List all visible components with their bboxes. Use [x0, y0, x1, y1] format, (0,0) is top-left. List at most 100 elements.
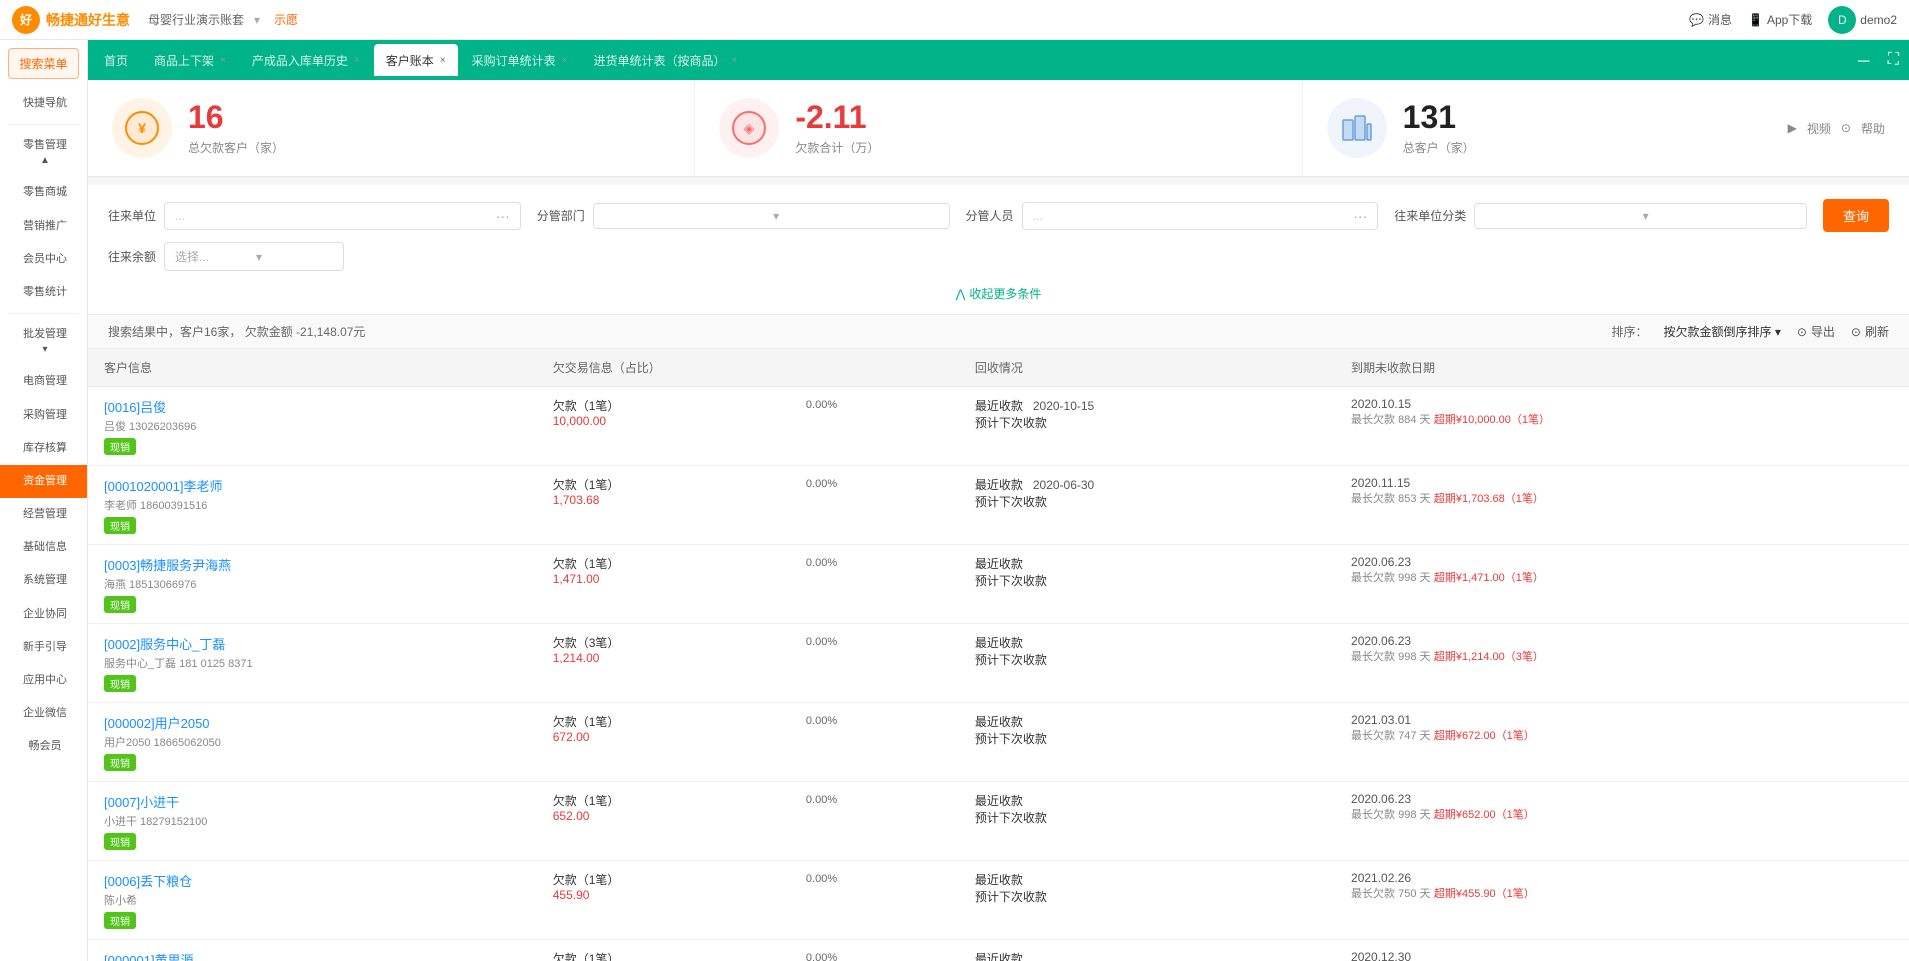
customer-badge: 现销 — [104, 833, 136, 850]
sidebar-item-batch-mgmt[interactable]: 批发管理 ▾ — [0, 318, 87, 365]
tab-customer-account-close[interactable]: × — [440, 55, 446, 66]
sidebar-item-retail-mall[interactable]: 零售商城 — [0, 176, 87, 209]
tab-products-off-close[interactable]: × — [220, 55, 226, 66]
overdue-link[interactable]: 超期¥455.90（1笔） — [1434, 888, 1535, 900]
sidebar-item-retail-mgmt[interactable]: 零售管理 ▲ — [0, 129, 87, 176]
manager-input-wrap[interactable]: ··· — [1022, 202, 1379, 230]
next-payment-label: 预计下次收款 — [975, 888, 1319, 905]
recent-payment-label: 最近收款 — [975, 713, 1319, 730]
sidebar-item-purchase[interactable]: 采购管理 — [0, 399, 87, 432]
search-menu-button[interactable]: 搜索菜单 — [8, 48, 79, 79]
customer-cell: [0003]畅捷服务尹海燕 海燕 18513066976 现销 — [88, 545, 537, 624]
sidebar-item-quick-nav[interactable]: 快捷导航 — [0, 87, 87, 120]
recent-payment-label: 最近收款 — [975, 792, 1319, 809]
dropdown-arrow[interactable]: ▾ — [254, 13, 260, 27]
overdue-link[interactable]: 超期¥672.00（1笔） — [1434, 730, 1535, 742]
department-chevron: ▾ — [773, 209, 938, 223]
tab-inbound-stats-close[interactable]: × — [731, 55, 737, 66]
recovery-cell: 最近收款 预计下次收款 — [959, 545, 1335, 624]
overdue-link[interactable]: 超期¥652.00（1笔） — [1434, 809, 1535, 821]
due-date: 2020.06.23 — [1351, 792, 1893, 806]
customer-name-link[interactable]: [0007]小进干 — [104, 792, 521, 811]
table-row: [0001020001]李老师 李老师 18600391516 现销 欠款（1笔… — [88, 466, 1909, 545]
search-button[interactable]: 查询 — [1823, 199, 1889, 232]
from-unit-dots[interactable]: ··· — [496, 208, 510, 224]
customer-name-link[interactable]: [000001]黄思源 — [104, 950, 521, 961]
sidebar-item-marketing[interactable]: 营销推广 — [0, 210, 87, 243]
overdue-link[interactable]: 超期¥1,703.68（1笔） — [1434, 493, 1544, 505]
unit-category-select[interactable]: ▾ — [1474, 203, 1807, 229]
sidebar-item-enterprise-wechat[interactable]: 企业微信 — [0, 697, 87, 730]
user-area[interactable]: D demo2 — [1828, 6, 1897, 34]
svg-text:◈: ◈ — [744, 120, 755, 136]
debt-percent: 0.00% — [806, 399, 837, 411]
message-icon: 💬 — [1689, 13, 1704, 27]
overdue-days: 最长欠款 998 天 — [1351, 651, 1430, 663]
debt-percent: 0.00% — [806, 478, 837, 490]
filter-area: 往来单位 ··· 分管部门 ▾ — [88, 185, 1909, 314]
tab-purchase-order[interactable]: 采购订单统计表 × — [460, 44, 580, 76]
messages-button[interactable]: 💬 消息 — [1689, 11, 1732, 28]
debt-amount: 1,471.00 — [553, 572, 766, 586]
collapse-label: 收起更多条件 — [969, 285, 1041, 302]
recovery-cell: 最近收款 预计下次收款 — [959, 940, 1335, 961]
debt-amount: 1,703.68 — [553, 493, 766, 507]
customer-cell: [0002]服务中心_丁磊 服务中心_丁磊 181 0125 8371 现销 — [88, 624, 537, 703]
stat-info-2: -2.11 欠款合计（万） — [795, 101, 1277, 156]
sidebar-item-inventory[interactable]: 库存核算 — [0, 432, 87, 465]
tab-customer-account[interactable]: 客户账本 × — [374, 44, 458, 76]
manager-dots[interactable]: ··· — [1353, 208, 1367, 224]
department-select[interactable]: ▾ — [593, 203, 950, 229]
col-recovery: 回收情况 — [959, 349, 1335, 387]
overdue-link[interactable]: 超期¥10,000.00（1笔） — [1434, 414, 1550, 426]
view-icon: ▶ — [1788, 121, 1797, 135]
tab-production-history-close[interactable]: × — [354, 55, 360, 66]
sidebar-item-system[interactable]: 系统管理 — [0, 564, 87, 597]
sidebar-item-app-center[interactable]: 应用中心 — [0, 664, 87, 697]
sidebar-item-enterprise-collab[interactable]: 企业协同 — [0, 598, 87, 631]
export-button[interactable]: ⊙ 导出 — [1797, 323, 1835, 340]
customer-name-link[interactable]: [0002]服务中心_丁磊 — [104, 634, 521, 653]
customer-cell: [0007]小进干 小进干 18279152100 现销 — [88, 782, 537, 861]
sidebar-item-retail-stats[interactable]: 零售统计 — [0, 276, 87, 309]
debt-amount: 455.90 — [553, 888, 766, 902]
manager-input[interactable] — [1033, 209, 1350, 223]
customer-name-link[interactable]: [000002]用户2050 — [104, 713, 521, 732]
stat-card-3-right: ▶ 视频 ⊙ 帮助 — [1788, 120, 1885, 137]
customer-name-link[interactable]: [0001020001]李老师 — [104, 476, 521, 495]
debt-percent-cell: 0.00% — [782, 387, 959, 466]
sidebar-item-basics[interactable]: 基础信息 — [0, 531, 87, 564]
sort-value[interactable]: 按欠款金额倒序排序 ▾ — [1663, 323, 1780, 340]
tab-products-off[interactable]: 商品上下架 × — [142, 44, 238, 76]
overdue-link[interactable]: 超期¥1,471.00（1笔） — [1434, 572, 1544, 584]
tab-production-history[interactable]: 产成品入库单历史 × — [240, 44, 372, 76]
overdue-link[interactable]: 超期¥1,214.00（3笔） — [1434, 651, 1544, 663]
tab-inbound-stats[interactable]: 进货单统计表（按商品） × — [581, 44, 749, 76]
customer-phone: 小进干 18279152100 — [104, 813, 521, 829]
tab-collapse-button[interactable]: － — [1850, 44, 1878, 76]
sidebar-item-operations[interactable]: 经营管理 — [0, 498, 87, 531]
top-bar-left: 好 畅捷通好生意 母婴行业演示账套 ▾ 示愿 — [12, 6, 298, 34]
sidebar-item-newbie[interactable]: 新手引导 — [0, 631, 87, 664]
tab-home[interactable]: 首页 — [92, 44, 140, 76]
customer-phone: 服务中心_丁磊 181 0125 8371 — [104, 655, 521, 671]
sidebar-item-finance[interactable]: 资金管理 — [0, 465, 87, 498]
overdue-info: 最长欠款 998 天 超期¥652.00（1笔） — [1351, 806, 1893, 822]
from-unit-input[interactable] — [175, 209, 492, 223]
customer-name-link[interactable]: [0006]丢下粮仓 — [104, 871, 521, 890]
customer-name-link[interactable]: [0003]畅捷服务尹海燕 — [104, 555, 521, 574]
collapse-button[interactable]: ⋀ 收起更多条件 — [108, 281, 1889, 306]
sidebar-search-area: 搜索菜单 — [0, 40, 87, 87]
sidebar-item-chang-member[interactable]: 畅会员 — [0, 730, 87, 763]
sidebar-item-member[interactable]: 会员中心 — [0, 243, 87, 276]
due-date: 2020.06.23 — [1351, 555, 1893, 569]
from-unit-input-wrap[interactable]: ··· — [164, 202, 521, 230]
tab-fullscreen-button[interactable]: ⛶ — [1882, 47, 1905, 73]
customer-name-link[interactable]: [0016]吕俊 — [104, 397, 521, 416]
refresh-button[interactable]: ⊙ 刷新 — [1851, 323, 1889, 340]
app-download-button[interactable]: 📱 App下载 — [1748, 11, 1812, 28]
balance-select[interactable]: 选择... ▾ — [164, 242, 344, 271]
overdue-days: 最长欠款 747 天 — [1351, 730, 1430, 742]
sidebar-item-ecommerce[interactable]: 电商管理 — [0, 365, 87, 398]
tab-purchase-order-close[interactable]: × — [562, 55, 568, 66]
